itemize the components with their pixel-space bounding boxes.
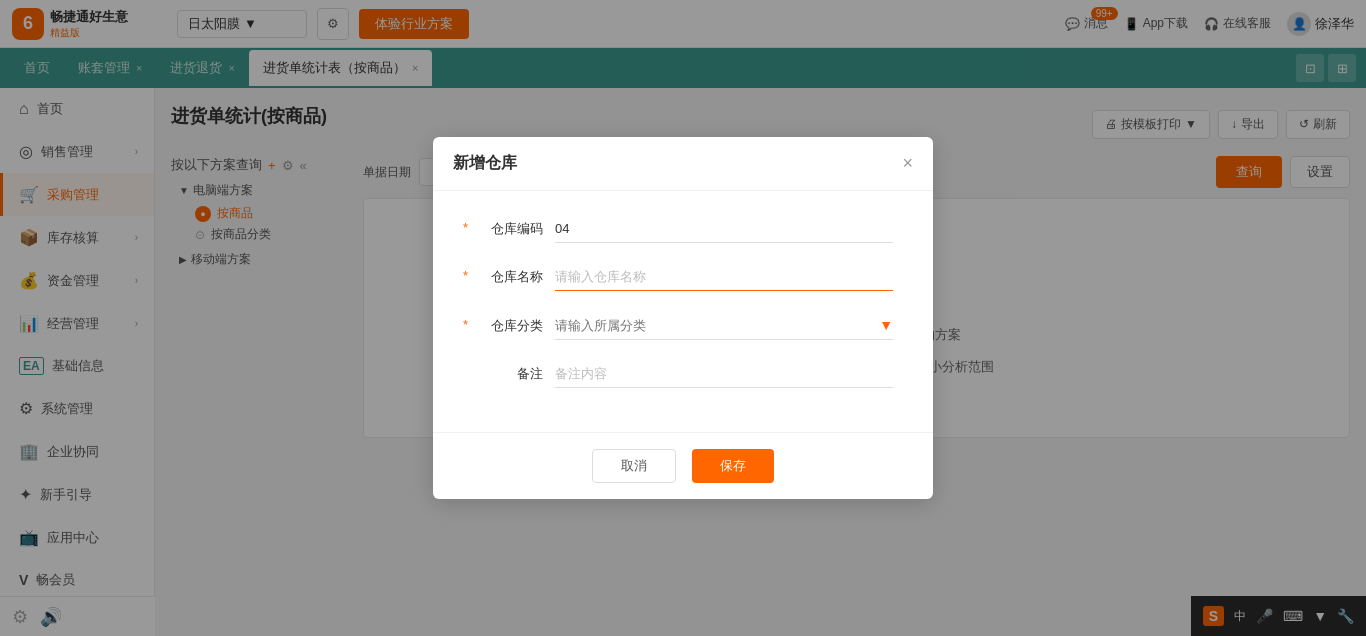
save-button[interactable]: 保存 <box>692 449 774 483</box>
category-input[interactable] <box>555 318 879 333</box>
note-input[interactable] <box>555 360 893 388</box>
form-row-code: 仓库编码 <box>473 215 893 243</box>
dialog-title: 新增仓库 <box>453 153 517 174</box>
add-warehouse-dialog: 新增仓库 × 仓库编码 仓库名称 仓库分类 ▼ <box>433 137 933 499</box>
dropdown-icon: ▼ <box>879 317 893 333</box>
form-row-name: 仓库名称 <box>473 263 893 291</box>
dialog-header: 新增仓库 × <box>433 137 933 191</box>
note-label: 备注 <box>473 365 543 383</box>
code-label: 仓库编码 <box>473 220 543 238</box>
form-row-category: 仓库分类 ▼ <box>473 311 893 340</box>
category-select[interactable]: ▼ <box>555 311 893 340</box>
form-row-note: 备注 <box>473 360 893 388</box>
dialog-body: 仓库编码 仓库名称 仓库分类 ▼ 备注 <box>433 191 933 432</box>
cancel-button[interactable]: 取消 <box>592 449 676 483</box>
name-input[interactable] <box>555 263 893 291</box>
dialog-close-button[interactable]: × <box>902 153 913 174</box>
category-label: 仓库分类 <box>473 317 543 335</box>
modal-overlay: 新增仓库 × 仓库编码 仓库名称 仓库分类 ▼ <box>0 0 1366 636</box>
code-input[interactable] <box>555 215 893 243</box>
dialog-footer: 取消 保存 <box>433 432 933 499</box>
name-label: 仓库名称 <box>473 268 543 286</box>
